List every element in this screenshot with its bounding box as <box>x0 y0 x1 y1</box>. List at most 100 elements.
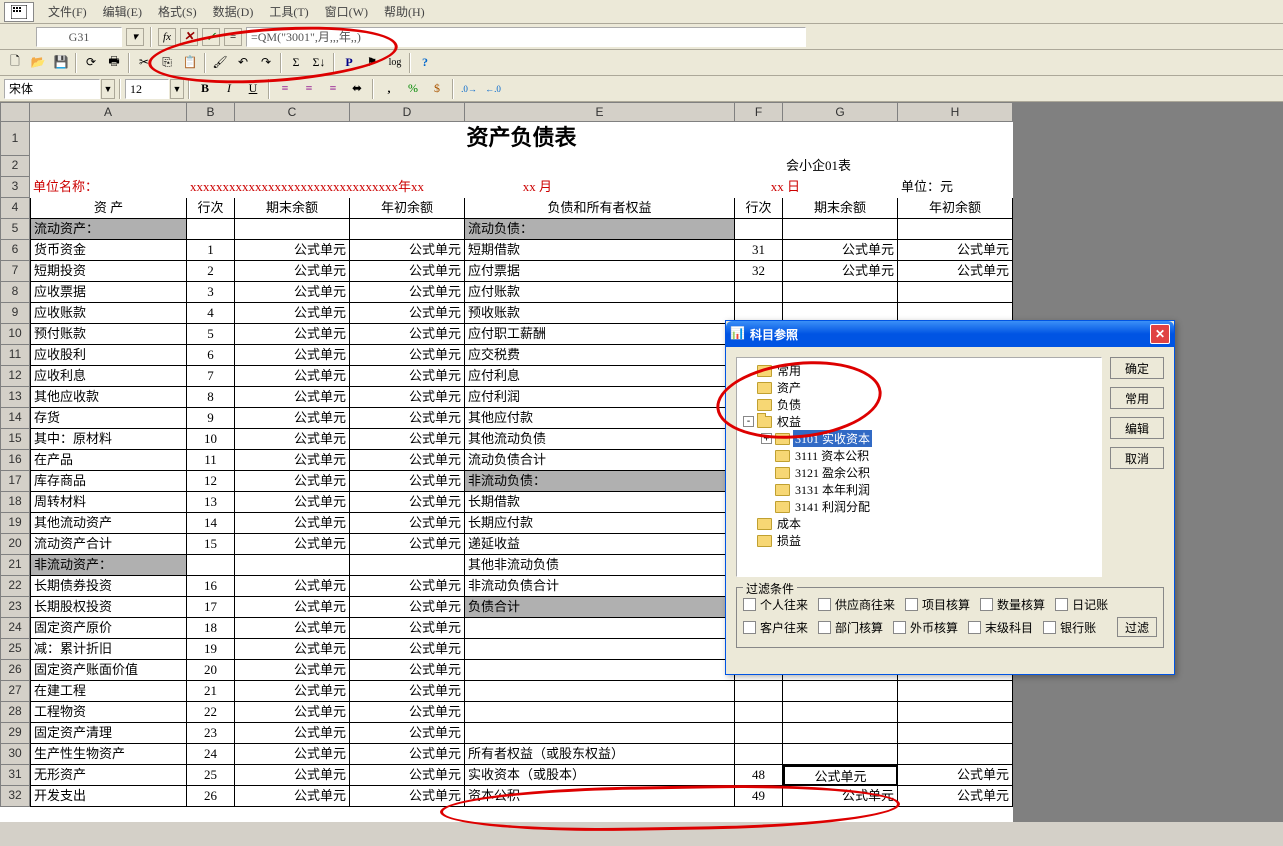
cell[interactable]: 公式单元 <box>350 324 465 345</box>
cell[interactable]: 应付账款 <box>465 282 735 303</box>
cell[interactable]: 年初余额 <box>350 198 465 219</box>
cell[interactable]: 公式单元 <box>783 786 898 807</box>
cell[interactable]: 短期投资 <box>30 261 187 282</box>
cell[interactable]: 8 <box>187 387 235 408</box>
cell[interactable]: 期末余额 <box>783 198 898 219</box>
cell[interactable] <box>235 555 350 576</box>
cell[interactable]: 1 <box>187 240 235 261</box>
cell[interactable]: 49 <box>735 786 783 807</box>
tree-node[interactable]: 3141 利润分配 <box>741 498 1097 515</box>
tree-node[interactable]: 3121 盈余公积 <box>741 464 1097 481</box>
cell[interactable] <box>235 156 350 177</box>
cell[interactable]: 公式单元 <box>350 240 465 261</box>
checkbox[interactable] <box>743 621 756 634</box>
cell[interactable]: 17 <box>187 597 235 618</box>
cell[interactable]: 公式单元 <box>235 282 350 303</box>
cell[interactable]: 应付利润 <box>465 387 735 408</box>
row-header[interactable]: 24 <box>0 618 30 639</box>
cell[interactable]: 19 <box>187 639 235 660</box>
cell[interactable]: 7 <box>187 366 235 387</box>
cell[interactable] <box>465 156 735 177</box>
flag-icon[interactable]: ⚑ <box>361 52 383 74</box>
cell[interactable]: 公式单元 <box>235 702 350 723</box>
collapse-icon[interactable]: - <box>743 416 754 427</box>
cell[interactable]: 31 <box>735 240 783 261</box>
row-header[interactable]: 7 <box>0 261 30 282</box>
cell[interactable] <box>465 618 735 639</box>
cell[interactable] <box>783 282 898 303</box>
row-header[interactable]: 27 <box>0 681 30 702</box>
cell[interactable]: 应收利息 <box>30 366 187 387</box>
cell[interactable] <box>783 681 898 702</box>
decimal-inc-icon[interactable]: .0→ <box>458 78 480 100</box>
row-header[interactable]: 3 <box>0 177 30 198</box>
cell[interactable] <box>898 156 1013 177</box>
redo-icon[interactable]: ↷ <box>255 52 277 74</box>
cell[interactable] <box>735 744 783 765</box>
row-header[interactable]: 4 <box>0 198 30 219</box>
row-header[interactable]: 16 <box>0 450 30 471</box>
tree-node[interactable]: 3131 本年利润 <box>741 481 1097 498</box>
col-header-A[interactable]: A <box>30 102 187 122</box>
cell[interactable] <box>465 660 735 681</box>
cell[interactable]: 11 <box>187 450 235 471</box>
row-header[interactable]: 18 <box>0 492 30 513</box>
cell[interactable]: 固定资产账面价值 <box>30 660 187 681</box>
close-icon[interactable]: ✕ <box>1150 324 1170 344</box>
cell[interactable] <box>187 156 235 177</box>
col-header-C[interactable]: C <box>235 102 350 122</box>
cell[interactable]: 公式单元 <box>350 345 465 366</box>
cell[interactable]: 年初余额 <box>898 198 1013 219</box>
cell[interactable] <box>803 177 898 198</box>
cell[interactable]: 会小企01表 <box>783 156 898 177</box>
cell[interactable] <box>465 723 735 744</box>
cell[interactable]: 公式单元 <box>235 408 350 429</box>
cell[interactable]: 负债合计 <box>465 597 735 618</box>
accept-formula-icon[interactable]: ✓ <box>202 28 220 46</box>
cell[interactable]: 公式单元 <box>350 618 465 639</box>
cell[interactable]: 公式单元 <box>235 576 350 597</box>
cell[interactable]: 应付票据 <box>465 261 735 282</box>
filter-button[interactable]: 过滤 <box>1117 617 1157 637</box>
row-header[interactable]: 6 <box>0 240 30 261</box>
cell[interactable]: 行次 <box>735 198 783 219</box>
cell[interactable]: 在产品 <box>30 450 187 471</box>
cell[interactable]: 公式单元 <box>350 261 465 282</box>
sigma-icon[interactable]: Σ <box>285 52 307 74</box>
cell[interactable] <box>898 744 1013 765</box>
cell[interactable]: 其他非流动负债 <box>465 555 735 576</box>
tree-node[interactable]: 3111 资本公积 <box>741 447 1097 464</box>
tree-node[interactable]: 成本 <box>741 515 1097 532</box>
cell[interactable]: 预付账款 <box>30 324 187 345</box>
cell[interactable] <box>350 555 465 576</box>
ref-dropdown-icon[interactable]: ▾ <box>126 28 144 46</box>
cell[interactable]: 48 <box>735 765 783 786</box>
cell[interactable]: 公式单元 <box>350 765 465 786</box>
cell[interactable]: 流动负债： <box>465 219 735 240</box>
row-header[interactable]: 10 <box>0 324 30 345</box>
font-name-dropdown-icon[interactable]: ▼ <box>101 79 115 99</box>
cell[interactable]: 公式单元 <box>350 513 465 534</box>
cell[interactable]: 公式单元 <box>235 723 350 744</box>
cell[interactable]: 预收账款 <box>465 303 735 324</box>
menu-文件(F)[interactable]: 文件(F) <box>40 0 95 23</box>
font-size-dropdown-icon[interactable]: ▼ <box>170 79 184 99</box>
cell[interactable] <box>783 702 898 723</box>
cell[interactable]: 公式单元 <box>235 597 350 618</box>
tree-node[interactable]: -权益 <box>741 413 1097 430</box>
sheet-title[interactable]: 资产负债表 <box>30 122 1013 156</box>
p-icon[interactable]: P <box>338 52 360 74</box>
cell[interactable]: 公式单元 <box>350 303 465 324</box>
cell[interactable]: 应收票据 <box>30 282 187 303</box>
cell[interactable]: 公式单元 <box>350 723 465 744</box>
decimal-dec-icon[interactable]: ←.0 <box>482 78 504 100</box>
row-header[interactable]: 8 <box>0 282 30 303</box>
cell[interactable]: 短期借款 <box>465 240 735 261</box>
cell[interactable]: 长期借款 <box>465 492 735 513</box>
cell[interactable]: 公式单元 <box>235 324 350 345</box>
cell[interactable]: 32 <box>735 261 783 282</box>
menu-窗口(W)[interactable]: 窗口(W) <box>317 0 376 23</box>
cell[interactable]: 公式单元 <box>350 366 465 387</box>
refresh-icon[interactable]: ⟳ <box>80 52 102 74</box>
cell[interactable]: 公式单元 <box>235 240 350 261</box>
